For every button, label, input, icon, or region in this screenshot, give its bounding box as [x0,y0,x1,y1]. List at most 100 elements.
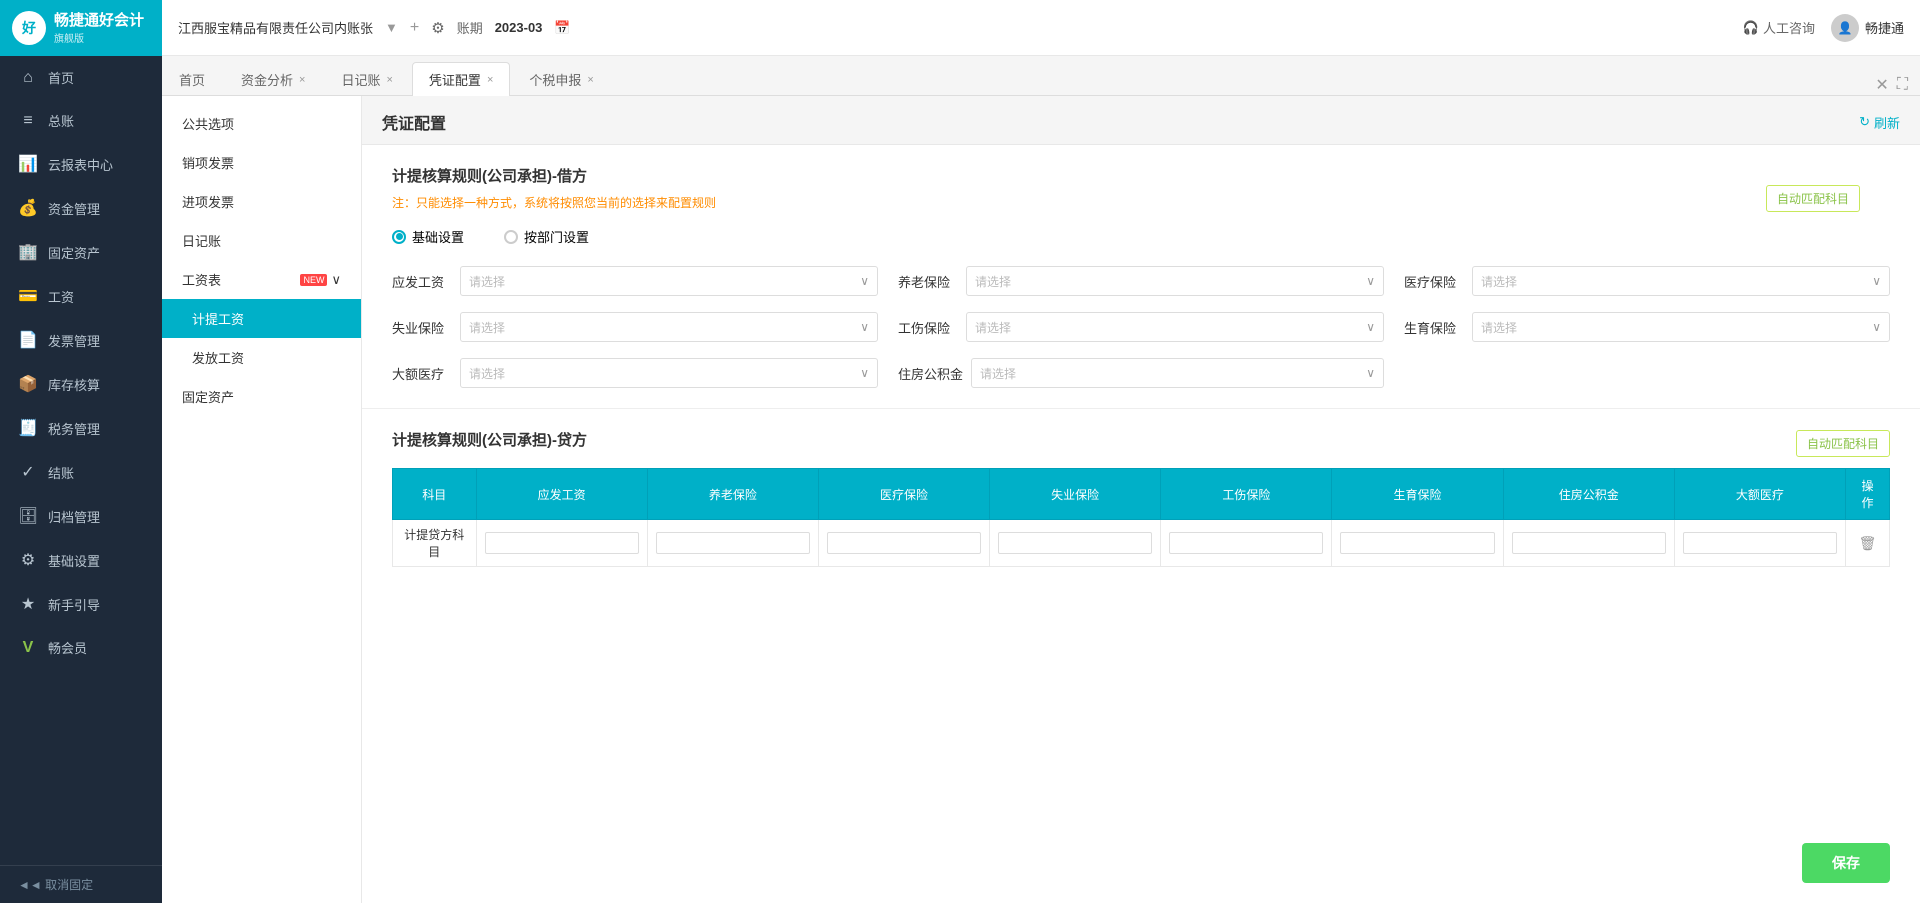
medical-placeholder: 请选择 [1481,273,1517,290]
calendar-icon[interactable]: 📅 [554,20,570,36]
company-name: 江西服宝精品有限责任公司内账张 [178,18,373,37]
archive-icon: 🗄 [18,506,38,526]
debit-section-inner: 计提核算规则(公司承担)-借方 注：只能选择一种方式，系统将按照您当前的选择来配… [392,165,1890,388]
unemployment-select[interactable]: 请选择 ∨ [460,312,878,342]
menu-journal[interactable]: 日记账 [162,221,361,260]
sidebar-label-close: 结账 [48,463,74,482]
sidebar-item-assets[interactable]: 🏢 固定资产 [0,230,162,274]
sidebar-item-close[interactable]: ✓ 结账 [0,450,162,494]
maternity-arrow: ∨ [1872,320,1881,334]
th-medical: 医疗保险 [818,469,989,520]
maternity-placeholder: 请选择 [1481,319,1517,336]
consult-button[interactable]: 🎧 人工咨询 [1743,18,1815,37]
settings-gear-icon[interactable]: ⚙ [431,19,444,37]
sidebar-item-archive[interactable]: 🗄 归档管理 [0,494,162,538]
tab-voucher-config[interactable]: 凭证配置 × [412,62,510,96]
injury-select[interactable]: 请选择 ∨ [966,312,1384,342]
sidebar-item-inventory[interactable]: 📦 库存核算 [0,362,162,406]
menu-sales-invoice[interactable]: 销项发票 [162,143,361,182]
sidebar-item-member[interactable]: V 畅会员 [0,626,162,669]
input-maternity[interactable] [1340,532,1494,554]
credit-table-body: 计提贷方科目 🗑 [393,520,1890,567]
tax-icon: 🧾 [18,418,38,438]
settings-icon: ⚙ [18,550,38,570]
sidebar-item-salary[interactable]: 💳 工资 [0,274,162,318]
sidebar-label-reports: 云报表中心 [48,155,113,174]
sidebar-item-invoice[interactable]: 📄 发票管理 [0,318,162,362]
tab-fund-label: 资金分析 [241,70,293,89]
cell-pension [647,520,818,567]
menu-salary-table-header[interactable]: 工资表 NEW ∨ [162,260,361,299]
add-company-button[interactable]: + [410,19,419,37]
major-medical-arrow: ∨ [860,366,869,380]
tab-tax-declare[interactable]: 个税申报 × [512,62,610,96]
sidebar-item-ledger[interactable]: ≡ 总账 [0,99,162,142]
expand-tab-button[interactable]: ⛶ [1897,76,1908,94]
refresh-button[interactable]: ↻ 刷新 [1859,113,1900,132]
input-major-medical[interactable] [1683,532,1837,554]
tab-tax-close[interactable]: × [587,74,593,86]
sidebar-item-guide[interactable]: ★ 新手引导 [0,582,162,626]
tabbar-actions: ✕ ⛶ [1875,75,1920,95]
radio-basic[interactable]: 基础设置 [392,227,464,246]
sidebar-item-reports[interactable]: 📊 云报表中心 [0,142,162,186]
inventory-icon: 📦 [18,374,38,394]
radio-department[interactable]: 按部门设置 [504,227,589,246]
pension-select[interactable]: 请选择 ∨ [966,266,1384,296]
sidebar-item-funds[interactable]: 💰 资金管理 [0,186,162,230]
page-content: 公共选项 销项发票 进项发票 日记账 工资表 NEW ∨ 计提工资 发放工资 固… [162,96,1920,903]
sidebar-item-tax[interactable]: 🧾 税务管理 [0,406,162,450]
sidebar-unpin-button[interactable]: ◄◄ 取消固定 [0,865,162,903]
menu-accrue-salary[interactable]: 计提工资 [162,299,361,338]
debit-auto-match-button[interactable]: 自动匹配科目 [1766,185,1860,212]
tab-journal[interactable]: 日记账 × [324,62,409,96]
unemployment-arrow: ∨ [860,320,869,334]
major-medical-select[interactable]: 请选择 ∨ [460,358,878,388]
maternity-label: 生育保险 [1404,318,1464,337]
user-menu[interactable]: 👤 畅捷通 [1831,14,1904,42]
delete-row-button[interactable]: 🗑 [1859,535,1877,551]
input-injury[interactable] [1169,532,1323,554]
radio-dept-circle [504,230,518,244]
gross-salary-label: 应发工资 [392,272,452,291]
close-tab-button[interactable]: ✕ [1875,75,1888,95]
menu-pay-salary[interactable]: 发放工资 [162,338,361,377]
credit-auto-match-button[interactable]: 自动匹配科目 [1796,430,1890,457]
medical-select[interactable]: 请选择 ∨ [1472,266,1890,296]
sidebar: 好 畅捷通好会计 旗舰版 ⌂ 首页 ≡ 总账 📊 云报表中心 💰 资金管理 🏢 … [0,0,162,903]
field-pension: 养老保险 请选择 ∨ [898,266,1384,296]
gross-salary-select[interactable]: 请选择 ∨ [460,266,878,296]
menu-fixed-assets[interactable]: 固定资产 [162,377,361,416]
input-unemployment[interactable] [998,532,1152,554]
field-housing-fund: 住房公积金 请选择 ∨ [898,358,1384,388]
unemployment-label: 失业保险 [392,318,452,337]
input-medical[interactable] [827,532,981,554]
radio-basic-label: 基础设置 [412,227,464,246]
company-dropdown-icon[interactable]: ▼ [385,20,398,35]
menu-public-options[interactable]: 公共选项 [162,104,361,143]
tab-home[interactable]: 首页 [162,62,222,96]
input-pension[interactable] [656,532,810,554]
debit-section: 计提核算规则(公司承担)-借方 注：只能选择一种方式，系统将按照您当前的选择来配… [362,145,1920,409]
sidebar-item-home[interactable]: ⌂ 首页 [0,56,162,99]
new-badge: NEW [300,274,327,286]
input-housing[interactable] [1512,532,1666,554]
input-gross[interactable] [485,532,639,554]
tab-fund-analysis[interactable]: 资金分析 × [224,62,322,96]
sidebar-item-settings[interactable]: ⚙ 基础设置 [0,538,162,582]
menu-purchase-invoice[interactable]: 进项发票 [162,182,361,221]
row-label: 计提贷方科目 [393,520,477,567]
tab-journal-close[interactable]: × [386,74,392,86]
tab-fund-close[interactable]: × [299,74,305,86]
save-button[interactable]: 保存 [1802,843,1890,883]
field-gross-salary: 应发工资 请选择 ∨ [392,266,878,296]
maternity-select[interactable]: 请选择 ∨ [1472,312,1890,342]
field-major-medical: 大额医疗 请选择 ∨ [392,358,878,388]
tab-voucher-close[interactable]: × [487,74,493,86]
username: 畅捷通 [1865,18,1904,37]
tab-home-label: 首页 [179,70,205,89]
housing-fund-select[interactable]: 请选择 ∨ [971,358,1384,388]
housing-fund-placeholder: 请选择 [980,365,1016,382]
sidebar-label-inventory: 库存核算 [48,375,100,394]
salary-submenu: 计提工资 发放工资 [162,299,361,377]
